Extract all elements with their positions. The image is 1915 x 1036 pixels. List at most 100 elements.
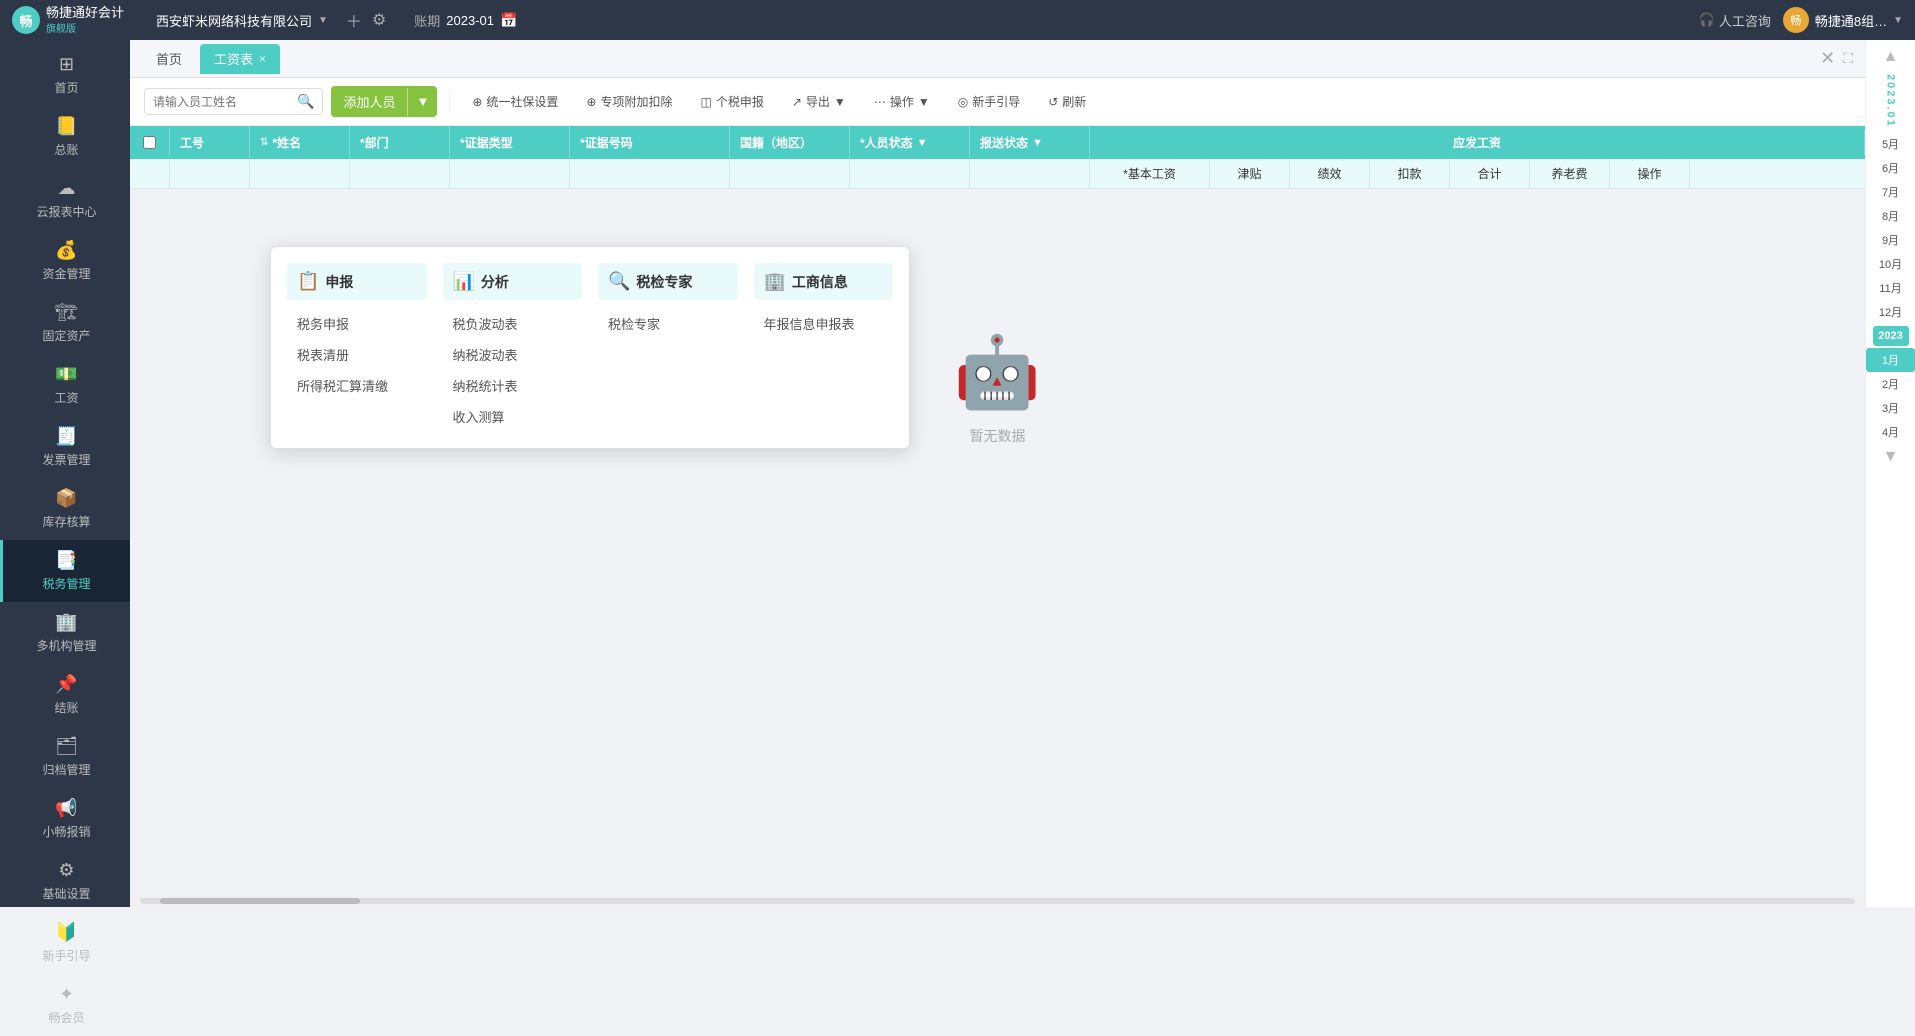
popup-item-annual-report[interactable]: 年报信息申报表 bbox=[754, 308, 894, 339]
business-icon: 🏢 bbox=[764, 271, 786, 292]
status-filter-icon[interactable]: ▼ bbox=[917, 137, 928, 149]
popup-item-tax-wave[interactable]: 纳税波动表 bbox=[443, 339, 583, 370]
add-person-button[interactable]: 添加人员 bbox=[331, 86, 407, 117]
sidebar-item-cloud[interactable]: ☁ 云报表中心 bbox=[0, 168, 130, 230]
close-period-icon: 📌 bbox=[55, 674, 77, 695]
th-checkbox[interactable] bbox=[130, 128, 170, 157]
operate-icon: ⋯ bbox=[874, 95, 886, 109]
popup-section-header-analysis: 📊 分析 bbox=[443, 263, 583, 300]
main-layout: ⊞ 首页 📒 总账 ☁ 云报表中心 💰 资金管理 🏗 固定资产 💵 工资 🧾 发… bbox=[0, 40, 1915, 907]
sidebar-item-close[interactable]: 📌 结账 bbox=[0, 664, 130, 726]
window-close-icon[interactable]: ✕ bbox=[1820, 48, 1835, 69]
popup-item-income-calc[interactable]: 收入测算 bbox=[443, 401, 583, 432]
assets-icon: 🏗 bbox=[55, 302, 78, 323]
sort-icon: ⇅ bbox=[260, 137, 268, 148]
guide-btn[interactable]: ◎ 新手引导 bbox=[948, 88, 1031, 115]
sidebar-item-promo[interactable]: 📢 小畅报销 bbox=[0, 788, 130, 850]
add-person-arrow[interactable]: ▼ bbox=[408, 88, 437, 115]
sidebar-label-home: 首页 bbox=[54, 79, 78, 96]
popup-item-income-tax[interactable]: 所得税汇算清缴 bbox=[287, 370, 427, 401]
sidebar-item-tax[interactable]: 📑 税务管理 bbox=[0, 540, 130, 602]
popup-item-tax-report[interactable]: 税务申报 bbox=[287, 308, 427, 339]
sub-th-performance: 绩效 bbox=[1290, 159, 1370, 188]
settings-icon[interactable]: ⚙ bbox=[372, 10, 386, 30]
window-restore-icon[interactable]: ⛶ bbox=[1843, 50, 1853, 67]
tax-expert-icon: 🔍 bbox=[608, 271, 630, 292]
special-deduction-btn[interactable]: ⊕ 专项附加扣除 bbox=[576, 88, 682, 115]
add-icon[interactable]: ＋ bbox=[346, 8, 362, 32]
timeline-month-12[interactable]: 12月 bbox=[1866, 300, 1915, 324]
sidebar-item-member[interactable]: ✦ 畅会员 bbox=[0, 974, 130, 1036]
special-label: 专项附加扣除 bbox=[600, 93, 672, 110]
timeline-month-3[interactable]: 3月 bbox=[1866, 396, 1915, 420]
user-dropdown-icon: ▼ bbox=[1893, 15, 1903, 26]
sidebar-item-home[interactable]: ⊞ 首页 bbox=[0, 44, 130, 106]
timeline-month-1[interactable]: 1月 bbox=[1866, 348, 1915, 372]
tab-home[interactable]: 首页 bbox=[142, 44, 196, 74]
sidebar-label-member: 畅会员 bbox=[48, 1009, 84, 1026]
calendar-icon[interactable]: 📅 bbox=[500, 12, 517, 29]
search-input[interactable] bbox=[153, 95, 293, 109]
timeline-month-7[interactable]: 7月 bbox=[1866, 180, 1915, 204]
timeline-month-4[interactable]: 4月 bbox=[1866, 420, 1915, 444]
scrollbar-track[interactable] bbox=[140, 898, 1855, 904]
tab-bar: 首页 工资表 × ✕ ⛶ bbox=[130, 40, 1865, 78]
table-header: 工号 ⇅ *姓名 *部门 *证据类型 *证据号码 国籍（地区） bbox=[130, 126, 1865, 159]
company-selector[interactable]: 西安虾米网络科技有限公司 ▼ bbox=[156, 11, 328, 30]
sidebar-item-salary[interactable]: 💵 工资 bbox=[0, 354, 130, 416]
timeline-up-icon[interactable]: ▲ bbox=[1879, 44, 1903, 70]
app-logo: 畅 bbox=[12, 6, 40, 34]
sidebar-item-ledger[interactable]: 📒 总账 bbox=[0, 106, 130, 168]
operate-label: 操作 bbox=[890, 93, 914, 110]
app-edition: 旗舰版 bbox=[46, 20, 124, 35]
tab-salary[interactable]: 工资表 × bbox=[200, 44, 280, 74]
timeline-down-icon[interactable]: ▼ bbox=[1879, 444, 1903, 470]
timeline-month-10[interactable]: 10月 bbox=[1866, 252, 1915, 276]
tax-report-btn[interactable]: ◫ 个税申报 bbox=[690, 88, 773, 115]
sidebar-item-inventory[interactable]: 📦 库存核算 bbox=[0, 478, 130, 540]
content-area: 首页 工资表 × ✕ ⛶ 🔍 添加人员 ▼ bbox=[130, 40, 1865, 907]
timeline-month-5[interactable]: 5月 bbox=[1866, 132, 1915, 156]
scrollbar-area bbox=[130, 895, 1865, 907]
table-wrapper: 工号 ⇅ *姓名 *部门 *证据类型 *证据号码 国籍（地区） bbox=[130, 126, 1865, 895]
sidebar-item-fund[interactable]: 💰 资金管理 bbox=[0, 230, 130, 292]
popup-item-tax-table[interactable]: 税表清册 bbox=[287, 339, 427, 370]
business-title: 工商信息 bbox=[792, 272, 848, 292]
header-checkbox[interactable] bbox=[143, 136, 156, 149]
tab-close-icon[interactable]: × bbox=[259, 52, 266, 66]
tax-expert-title: 税检专家 bbox=[636, 272, 692, 292]
operate-btn[interactable]: ⋯ 操作 ▼ bbox=[864, 88, 940, 115]
popup-item-tax-stats[interactable]: 纳税统计表 bbox=[443, 370, 583, 401]
popup-section-business: 🏢 工商信息 年报信息申报表 bbox=[754, 263, 894, 432]
app-name: 畅捷通好会计 bbox=[46, 5, 124, 21]
social-insurance-btn[interactable]: ⊕ 统一社保设置 bbox=[462, 88, 568, 115]
timeline-month-2[interactable]: 2月 bbox=[1866, 372, 1915, 396]
sidebar-item-basic[interactable]: ⚙ 基础设置 bbox=[0, 850, 130, 912]
report-filter-icon[interactable]: ▼ bbox=[1032, 137, 1043, 149]
sub-th-total: 合计 bbox=[1450, 159, 1530, 188]
user-area[interactable]: 畅 畅捷通8组… ▼ bbox=[1783, 7, 1903, 33]
export-btn[interactable]: ↗ 导出 ▼ bbox=[782, 88, 856, 115]
sub-th-pension: 养老费 bbox=[1530, 159, 1610, 188]
tab-salary-label: 工资表 bbox=[214, 49, 253, 68]
popup-item-tax-burden[interactable]: 税负波动表 bbox=[443, 308, 583, 339]
add-person-btn-group[interactable]: 添加人员 ▼ bbox=[331, 86, 437, 117]
sidebar-item-assets[interactable]: 🏗 固定资产 bbox=[0, 292, 130, 354]
popup-item-tax-expert[interactable]: 税检专家 bbox=[598, 308, 738, 339]
timeline-month-8[interactable]: 8月 bbox=[1866, 204, 1915, 228]
timeline-month-9[interactable]: 9月 bbox=[1866, 228, 1915, 252]
popup-section-declaration: 📋 申报 税务申报 税表清册 所得税汇算清缴 bbox=[287, 263, 427, 432]
sidebar-item-multi[interactable]: 🏢 多机构管理 bbox=[0, 602, 130, 664]
sidebar-label-inventory: 库存核算 bbox=[42, 513, 90, 530]
th-id: 工号 bbox=[170, 126, 250, 159]
scrollbar-thumb[interactable] bbox=[160, 898, 360, 904]
timeline-month-11[interactable]: 11月 bbox=[1866, 276, 1915, 300]
refresh-btn[interactable]: ↺ 刷新 bbox=[1038, 88, 1096, 115]
user-avatar: 畅 bbox=[1783, 7, 1809, 33]
sidebar-item-guide[interactable]: 🔰 新手引导 bbox=[0, 912, 130, 974]
sidebar-item-invoice[interactable]: 🧾 发票管理 bbox=[0, 416, 130, 478]
sidebar-label-invoice: 发票管理 bbox=[42, 451, 90, 468]
sidebar-item-archive[interactable]: 🗂 归档管理 bbox=[0, 726, 130, 788]
timeline-month-6[interactable]: 6月 bbox=[1866, 156, 1915, 180]
service-button[interactable]: 🎧 人工咨询 bbox=[1699, 11, 1771, 30]
